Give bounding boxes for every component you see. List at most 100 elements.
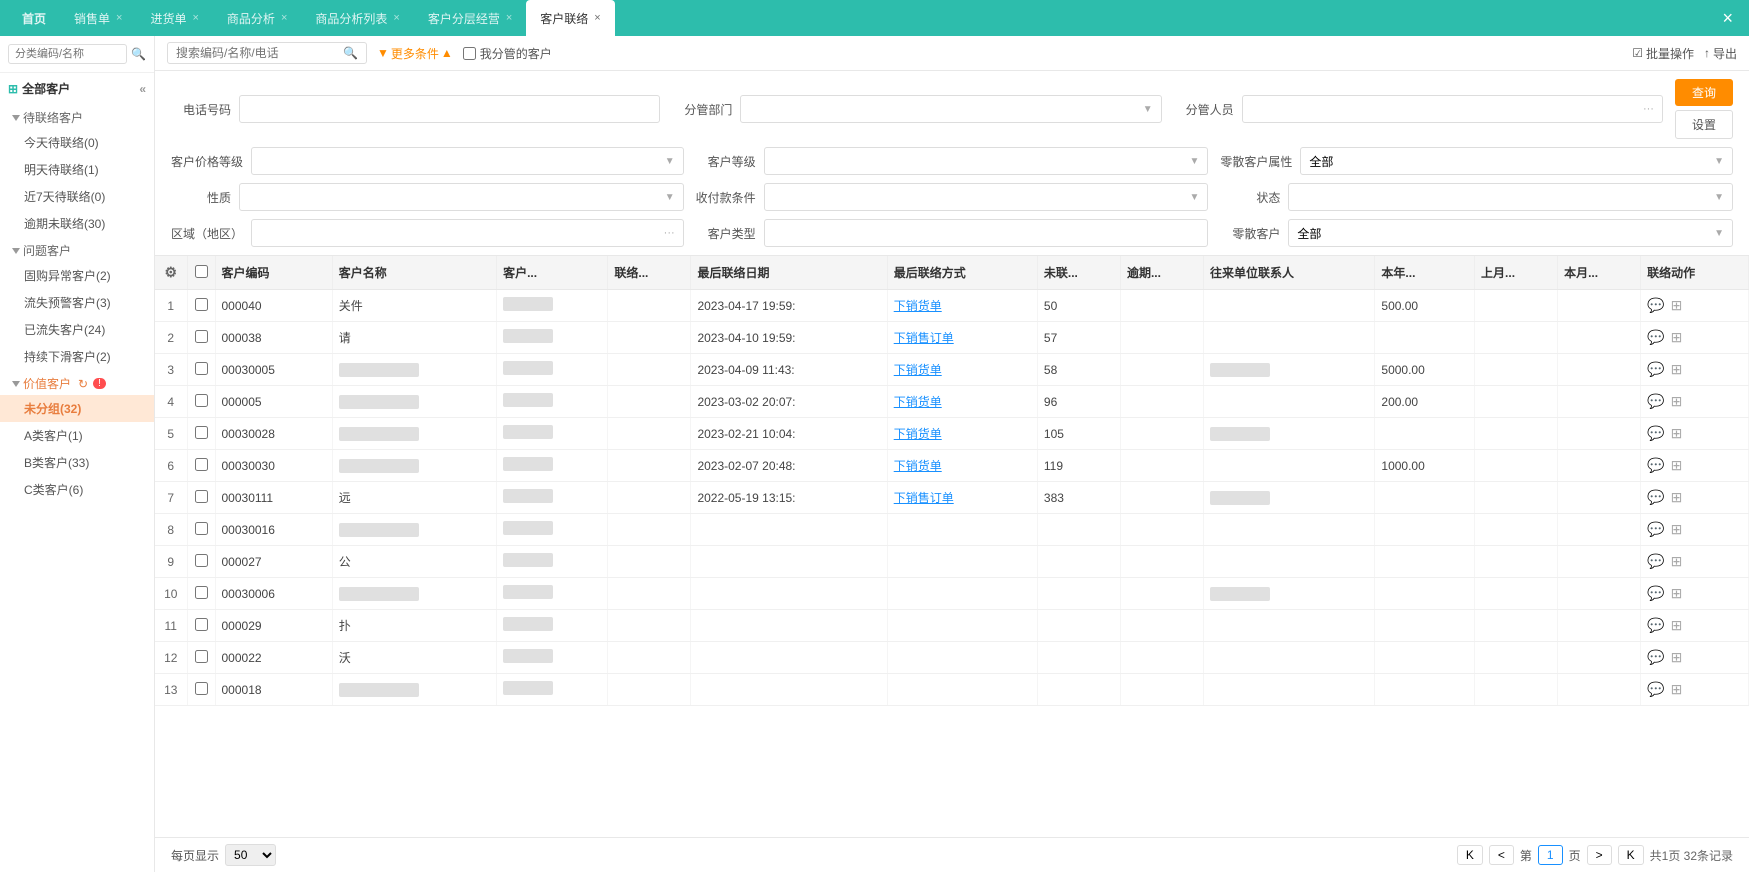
grid-action-icon[interactable]: ⊞ (1671, 329, 1683, 346)
tab-customer-tier[interactable]: 客户分层经营 × (414, 0, 526, 36)
manager-input[interactable]: ··· (1242, 95, 1663, 123)
phone-input[interactable] (239, 95, 660, 123)
main-search-box[interactable]: 🔍 (167, 42, 367, 64)
export-btn[interactable]: ↑ 导出 (1704, 45, 1737, 62)
row-checkbox[interactable] (195, 682, 208, 695)
more-conditions-btn[interactable]: ▼ 更多条件 ▲ (377, 45, 453, 62)
sidebar-near7-pending[interactable]: 近7天待联络(0) (0, 183, 154, 210)
tab-analysis-close[interactable]: × (281, 12, 287, 24)
method-link[interactable]: 下销售订单 (894, 331, 954, 345)
grid-action-icon[interactable]: ⊞ (1671, 457, 1683, 474)
th-settings[interactable]: ⚙ (155, 256, 187, 290)
sidebar-overdue-pending[interactable]: 逾期未联络(30) (0, 210, 154, 237)
grid-action-icon[interactable]: ⊞ (1671, 553, 1683, 570)
message-icon[interactable]: 💬 (1647, 489, 1664, 506)
row-checkbox[interactable] (195, 490, 208, 503)
tab-sales-close[interactable]: × (116, 12, 122, 24)
sidebar-pending-triangle[interactable] (12, 115, 20, 121)
close-window-icon[interactable]: × (1714, 8, 1741, 29)
tab-purchase-close[interactable]: × (192, 12, 198, 24)
price-level-input[interactable]: ▼ (251, 147, 684, 175)
sidebar-value-triangle[interactable] (12, 381, 20, 387)
row-checkbox[interactable] (195, 362, 208, 375)
tab-sales[interactable]: 销售单 × (60, 0, 136, 36)
my-customers-checkbox[interactable]: 我分管的客户 (463, 45, 552, 62)
message-icon[interactable]: 💬 (1647, 457, 1664, 474)
payment-input[interactable]: ▼ (764, 183, 1209, 211)
row-checkbox[interactable] (195, 426, 208, 439)
retail-customer-input[interactable]: 全部▼ (1288, 219, 1733, 247)
row-checkbox[interactable] (195, 554, 208, 567)
prev-page-btn[interactable]: < (1489, 845, 1514, 865)
row-checkbox[interactable] (195, 586, 208, 599)
sidebar-all-customers[interactable]: ⊞ 全部客户 « (0, 73, 154, 104)
row-checkbox[interactable] (195, 394, 208, 407)
grid-action-icon[interactable]: ⊞ (1671, 425, 1683, 442)
message-icon[interactable]: 💬 (1647, 553, 1664, 570)
message-icon[interactable]: 💬 (1647, 329, 1664, 346)
first-page-btn[interactable]: K (1457, 845, 1483, 865)
sidebar-search-input[interactable] (8, 44, 127, 64)
next-page-btn[interactable]: > (1587, 845, 1612, 865)
customer-level-input[interactable]: ▼ (764, 147, 1209, 175)
select-all-checkbox[interactable] (195, 265, 208, 278)
message-icon[interactable]: 💬 (1647, 681, 1664, 698)
sidebar-group-a[interactable]: A类客户(1) (0, 422, 154, 449)
grid-action-icon[interactable]: ⊞ (1671, 361, 1683, 378)
message-icon[interactable]: 💬 (1647, 425, 1664, 442)
grid-action-icon[interactable]: ⊞ (1671, 489, 1683, 506)
grid-action-icon[interactable]: ⊞ (1671, 585, 1683, 602)
method-link[interactable]: 下销货单 (894, 299, 942, 313)
sidebar-abnormal[interactable]: 固购异常客户(2) (0, 262, 154, 289)
last-page-btn[interactable]: K (1618, 845, 1644, 865)
per-page-select[interactable]: 50 100 200 (225, 844, 276, 866)
message-icon[interactable]: 💬 (1647, 297, 1664, 314)
row-checkbox[interactable] (195, 330, 208, 343)
grid-action-icon[interactable]: ⊞ (1671, 649, 1683, 666)
sidebar-collapse-icon[interactable]: « (139, 82, 146, 96)
grid-action-icon[interactable]: ⊞ (1671, 617, 1683, 634)
grid-action-icon[interactable]: ⊞ (1671, 521, 1683, 538)
sidebar-today-pending[interactable]: 今天待联络(0) (0, 129, 154, 156)
grid-action-icon[interactable]: ⊞ (1671, 681, 1683, 698)
nature-input[interactable]: ▼ (239, 183, 684, 211)
my-customers-check[interactable] (463, 47, 476, 60)
value-refresh-icon[interactable]: ↻ (78, 377, 88, 391)
sidebar-search-icon[interactable]: 🔍 (131, 47, 146, 61)
sidebar-declining[interactable]: 持续下滑客户(2) (0, 343, 154, 370)
tab-customer-contact[interactable]: 客户联络 × (526, 0, 614, 36)
message-icon[interactable]: 💬 (1647, 649, 1664, 666)
method-link[interactable]: 下销货单 (894, 427, 942, 441)
method-link[interactable]: 下销货单 (894, 395, 942, 409)
method-link[interactable]: 下销货单 (894, 459, 942, 473)
row-checkbox[interactable] (195, 618, 208, 631)
reset-btn[interactable]: 设置 (1675, 110, 1733, 139)
grid-action-icon[interactable]: ⊞ (1671, 393, 1683, 410)
row-checkbox[interactable] (195, 458, 208, 471)
message-icon[interactable]: 💬 (1647, 585, 1664, 602)
tab-purchase[interactable]: 进货单 × (136, 0, 212, 36)
batch-op-btn[interactable]: ☑ 批量操作 (1632, 45, 1694, 62)
tab-home[interactable]: 首页 (8, 0, 60, 36)
tab-analysis[interactable]: 商品分析 × (213, 0, 301, 36)
customer-type-input[interactable] (764, 219, 1209, 247)
row-checkbox[interactable] (195, 650, 208, 663)
sidebar-group-c[interactable]: C类客户(6) (0, 476, 154, 503)
tab-customer-tier-close[interactable]: × (506, 12, 512, 24)
sidebar-problem-triangle[interactable] (12, 248, 20, 254)
grid-action-icon[interactable]: ⊞ (1671, 297, 1683, 314)
main-search-input[interactable] (176, 46, 339, 60)
sidebar-ungroup[interactable]: 未分组(32) (0, 395, 154, 422)
sidebar-tomorrow-pending[interactable]: 明天待联络(1) (0, 156, 154, 183)
sidebar-group-b[interactable]: B类客户(33) (0, 449, 154, 476)
tab-customer-contact-close[interactable]: × (594, 12, 600, 24)
tab-analysis-list-close[interactable]: × (393, 12, 399, 24)
message-icon[interactable]: 💬 (1647, 521, 1664, 538)
row-checkbox[interactable] (195, 522, 208, 535)
method-link[interactable]: 下销货单 (894, 363, 942, 377)
tab-analysis-list[interactable]: 商品分析列表 × (301, 0, 413, 36)
main-search-icon[interactable]: 🔍 (343, 46, 358, 60)
message-icon[interactable]: 💬 (1647, 361, 1664, 378)
message-icon[interactable]: 💬 (1647, 393, 1664, 410)
retail-attr-input[interactable]: 全部▼ (1300, 147, 1733, 175)
